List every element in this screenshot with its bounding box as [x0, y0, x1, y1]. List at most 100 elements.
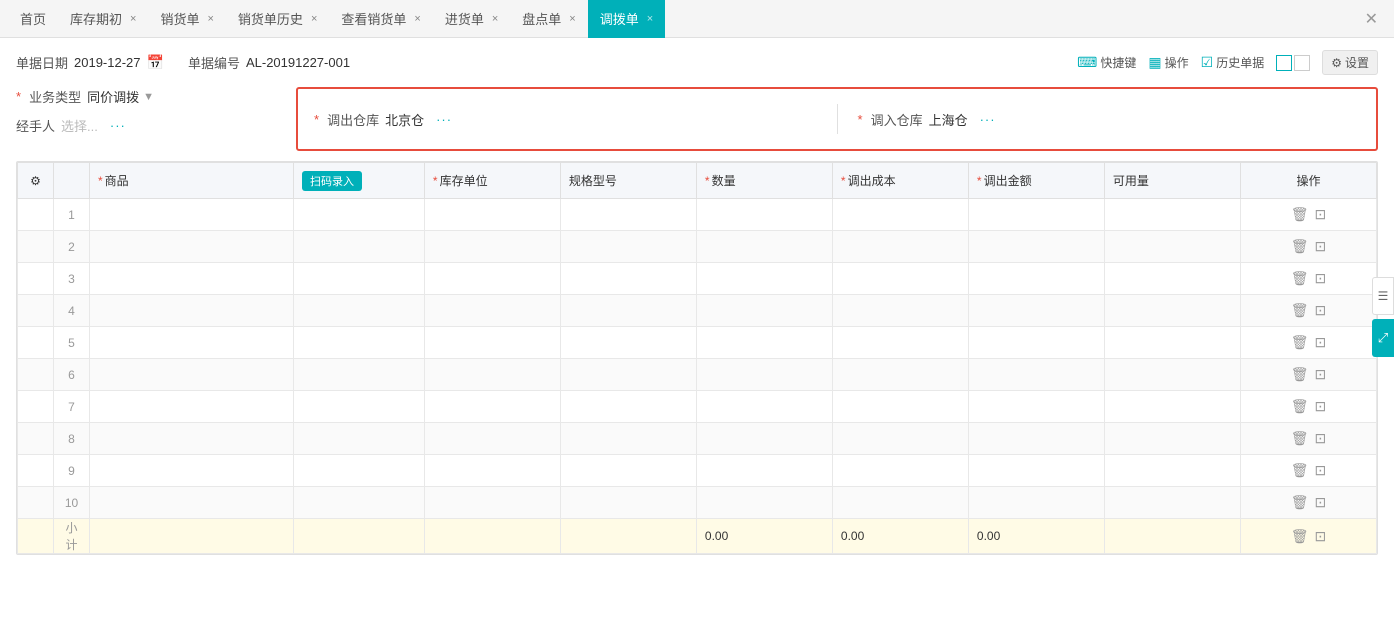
row-product-cell[interactable] [90, 487, 294, 519]
tab-inventory-init[interactable]: 库存期初 × [58, 0, 148, 38]
row-spec-cell[interactable] [560, 231, 696, 263]
row-cost-cell[interactable] [832, 295, 968, 327]
row-amount-cell[interactable] [968, 263, 1104, 295]
row-amount-cell[interactable] [968, 231, 1104, 263]
row-product-cell[interactable] [90, 231, 294, 263]
row-cost-cell[interactable] [832, 487, 968, 519]
row-unit-cell[interactable] [424, 327, 560, 359]
row-spec-cell[interactable] [560, 455, 696, 487]
row-spec-cell[interactable] [560, 263, 696, 295]
source-warehouse-more-button[interactable]: ··· [436, 112, 452, 127]
shortcuts-button[interactable]: ⌨ 快捷键 [1077, 54, 1136, 71]
row-spec-cell[interactable] [560, 327, 696, 359]
scan-entry-button[interactable]: 扫码录入 [302, 171, 362, 191]
row-product-cell[interactable] [90, 423, 294, 455]
row-delete-icon[interactable]: 🗑 [1291, 366, 1309, 383]
row-unit-cell[interactable] [424, 423, 560, 455]
row-product-cell[interactable] [90, 199, 294, 231]
tab-sales-order[interactable]: 销货单 × [148, 0, 225, 38]
tab-view-sales[interactable]: 查看销货单 × [329, 0, 432, 38]
row-qty-cell[interactable] [696, 199, 832, 231]
operations-button[interactable]: ▦ 操作 [1148, 54, 1188, 71]
tab-transfer-order[interactable]: 调拨单 × [588, 0, 665, 38]
calendar-icon[interactable]: 📅 [147, 54, 164, 71]
row-cost-cell[interactable] [832, 455, 968, 487]
close-tab-inventory-init[interactable]: × [130, 13, 136, 25]
tab-stocktake[interactable]: 盘点单 × [510, 0, 587, 38]
close-tab-sales-order[interactable]: × [207, 13, 213, 25]
row-spec-cell[interactable] [560, 423, 696, 455]
row-copy-icon[interactable]: ⊡ [1314, 398, 1326, 415]
row-amount-cell[interactable] [968, 327, 1104, 359]
row-unit-cell[interactable] [424, 263, 560, 295]
row-qty-cell[interactable] [696, 359, 832, 391]
row-copy-icon[interactable]: ⊡ [1314, 270, 1326, 287]
row-qty-cell[interactable] [696, 263, 832, 295]
row-qty-cell[interactable] [696, 391, 832, 423]
row-copy-icon[interactable]: ⊡ [1314, 366, 1326, 383]
row-copy-icon[interactable]: ⊡ [1314, 462, 1326, 479]
row-unit-cell[interactable] [424, 199, 560, 231]
row-cost-cell[interactable] [832, 391, 968, 423]
row-delete-icon[interactable]: 🗑 [1291, 206, 1309, 223]
row-copy-icon[interactable]: ⊡ [1314, 238, 1326, 255]
row-delete-icon[interactable]: 🗑 [1291, 270, 1309, 287]
grid-toggle-button[interactable] [1276, 55, 1310, 71]
row-qty-cell[interactable] [696, 423, 832, 455]
close-tab-view-sales[interactable]: × [414, 13, 420, 25]
close-tab-stocktake[interactable]: × [569, 13, 575, 25]
row-product-cell[interactable] [90, 391, 294, 423]
row-spec-cell[interactable] [560, 295, 696, 327]
row-copy-icon[interactable]: ⊡ [1314, 206, 1326, 223]
row-cost-cell[interactable] [832, 199, 968, 231]
row-product-cell[interactable] [90, 263, 294, 295]
row-copy-icon[interactable]: ⊡ [1314, 430, 1326, 447]
row-qty-cell[interactable] [696, 231, 832, 263]
business-type-select[interactable]: 同价调拨 ▼ [87, 87, 154, 106]
close-tab-sales-history[interactable]: × [311, 13, 317, 25]
handler-more-button[interactable]: ··· [110, 118, 126, 133]
tab-sales-history[interactable]: 销货单历史 × [226, 0, 329, 38]
row-delete-icon[interactable]: 🗑 [1291, 302, 1309, 319]
row-qty-cell[interactable] [696, 295, 832, 327]
row-delete-icon[interactable]: 🗑 [1291, 430, 1309, 447]
close-tab-purchase-order[interactable]: × [492, 13, 498, 25]
row-delete-icon[interactable]: 🗑 [1291, 334, 1309, 351]
row-unit-cell[interactable] [424, 455, 560, 487]
window-close-button[interactable]: ✕ [1357, 9, 1386, 29]
row-amount-cell[interactable] [968, 391, 1104, 423]
row-delete-icon[interactable]: 🗑 [1291, 398, 1309, 415]
tab-purchase-order[interactable]: 进货单 × [433, 0, 510, 38]
row-product-cell[interactable] [90, 327, 294, 359]
close-tab-transfer-order[interactable]: × [647, 13, 653, 25]
col-header-gear[interactable]: ⚙ [18, 163, 54, 199]
target-warehouse-more-button[interactable]: ··· [980, 112, 996, 127]
row-qty-cell[interactable] [696, 455, 832, 487]
row-cost-cell[interactable] [832, 359, 968, 391]
row-cost-cell[interactable] [832, 327, 968, 359]
float-expand-button[interactable]: ⤢ [1372, 319, 1394, 357]
settings-button[interactable]: ⚙ 设置 [1322, 50, 1378, 75]
row-delete-icon[interactable]: 🗑 [1291, 494, 1309, 511]
row-cost-cell[interactable] [832, 263, 968, 295]
row-product-cell[interactable] [90, 295, 294, 327]
row-amount-cell[interactable] [968, 295, 1104, 327]
row-spec-cell[interactable] [560, 391, 696, 423]
subtotal-copy-icon[interactable]: ⊡ [1314, 528, 1326, 545]
row-amount-cell[interactable] [968, 487, 1104, 519]
row-qty-cell[interactable] [696, 327, 832, 359]
tab-home[interactable]: 首页 [8, 0, 58, 38]
row-product-cell[interactable] [90, 455, 294, 487]
row-unit-cell[interactable] [424, 295, 560, 327]
row-delete-icon[interactable]: 🗑 [1291, 238, 1309, 255]
row-cost-cell[interactable] [832, 231, 968, 263]
row-amount-cell[interactable] [968, 359, 1104, 391]
row-delete-icon[interactable]: 🗑 [1291, 462, 1309, 479]
row-spec-cell[interactable] [560, 359, 696, 391]
row-spec-cell[interactable] [560, 487, 696, 519]
row-product-cell[interactable] [90, 359, 294, 391]
row-qty-cell[interactable] [696, 487, 832, 519]
row-cost-cell[interactable] [832, 423, 968, 455]
row-unit-cell[interactable] [424, 391, 560, 423]
row-unit-cell[interactable] [424, 231, 560, 263]
